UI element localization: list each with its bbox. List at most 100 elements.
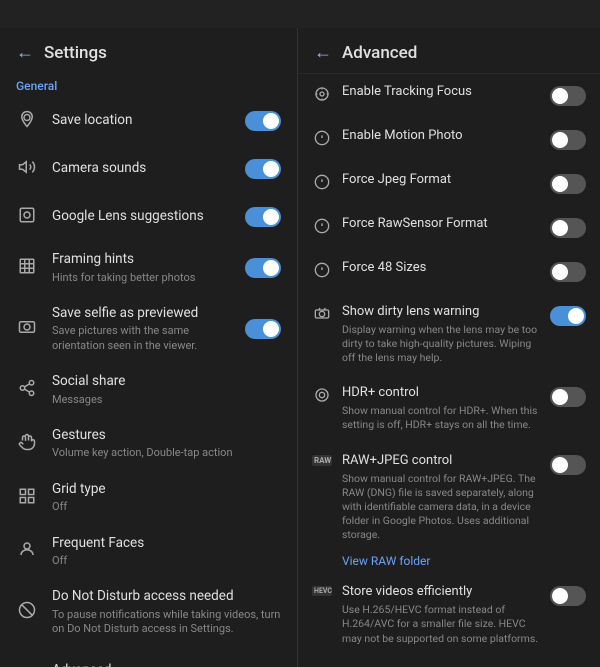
left-section-label: General xyxy=(0,73,297,97)
save-selfie-toggle[interactable] xyxy=(245,319,281,339)
force-jpeg-title: Force Jpeg Format xyxy=(342,172,540,189)
save-location-title: Save location xyxy=(52,112,231,130)
raw-jpeg-subtitle: Show manual control for RAW+JPEG. The RA… xyxy=(342,472,540,543)
tracking-focus-icon xyxy=(312,86,332,106)
dirty-lens-title: Show dirty lens warning xyxy=(342,304,540,321)
tracking-focus-toggle[interactable] xyxy=(550,86,586,106)
dirty-lens-text: Show dirty lens warning Display warning … xyxy=(342,304,540,365)
store-videos-subtitle: Use H.265/HEVC format instead of H.264/A… xyxy=(342,603,540,646)
settings-item-frequent-faces[interactable]: Frequent Faces Off xyxy=(0,525,297,579)
right-back-icon[interactable]: ← xyxy=(314,42,332,63)
settings-item-framing-hints[interactable]: Framing hints Hints for taking better ph… xyxy=(0,241,297,295)
hdr-icon xyxy=(312,387,332,407)
left-panel: ← Settings General Save location Camera … xyxy=(0,28,298,667)
save-selfie-subtitle: Save pictures with the same orientation … xyxy=(52,324,231,353)
social-share-text: Social share Messages xyxy=(52,373,281,407)
framing-hints-toggle[interactable] xyxy=(245,258,281,278)
save-location-text: Save location xyxy=(52,112,231,130)
framing-hints-title: Framing hints xyxy=(52,251,231,269)
settings-item-social-share[interactable]: Social share Messages xyxy=(0,363,297,417)
raw-jpeg-text: RAW+JPEG control Show manual control for… xyxy=(342,453,540,543)
do-not-disturb-text: Do Not Disturb access needed To pause no… xyxy=(52,588,281,636)
grid-type-icon xyxy=(16,487,38,509)
grid-type-text: Grid type Off xyxy=(52,481,281,515)
adv-item-force-jpeg[interactable]: Force Jpeg Format xyxy=(298,162,600,206)
hdr-subtitle: Show manual control for HDR+. When this … xyxy=(342,404,540,432)
raw-jpeg-toggle[interactable] xyxy=(550,455,586,475)
framing-hints-icon xyxy=(16,257,38,279)
adv-item-social-depth[interactable]: Social media depth features xyxy=(298,656,600,667)
settings-item-save-location[interactable]: Save location xyxy=(0,97,297,145)
force-jpeg-toggle[interactable] xyxy=(550,174,586,194)
settings-item-advanced[interactable]: ··· Advanced xyxy=(0,647,297,667)
google-lens-toggle[interactable] xyxy=(245,207,281,227)
google-lens-text: Google Lens suggestions xyxy=(52,208,231,226)
store-videos-title: Store videos efficiently xyxy=(342,584,540,601)
settings-item-camera-sounds[interactable]: Camera sounds xyxy=(0,145,297,193)
grid-type-title: Grid type xyxy=(52,481,281,499)
force-raw-toggle[interactable] xyxy=(550,218,586,238)
frequent-faces-subtitle: Off xyxy=(52,554,281,568)
gestures-subtitle: Volume key action, Double-tap action xyxy=(52,446,281,460)
advanced-text: Advanced xyxy=(52,662,281,667)
force-48-toggle[interactable] xyxy=(550,262,586,282)
hdr-text: HDR+ control Show manual control for HDR… xyxy=(342,385,540,432)
gestures-icon xyxy=(16,433,38,455)
do-not-disturb-icon xyxy=(16,601,38,623)
right-title: Advanced xyxy=(342,43,417,63)
force-raw-text: Force RawSensor Format xyxy=(342,216,540,233)
grid-type-subtitle: Off xyxy=(52,500,281,514)
store-videos-toggle[interactable] xyxy=(550,586,586,606)
adv-item-dirty-lens[interactable]: Show dirty lens warning Display warning … xyxy=(298,294,600,375)
save-selfie-text: Save selfie as previewed Save pictures w… xyxy=(52,305,231,353)
raw-jpeg-title: RAW+JPEG control xyxy=(342,453,540,470)
force-raw-icon xyxy=(312,218,332,238)
force-raw-title: Force RawSensor Format xyxy=(342,216,540,233)
gestures-title: Gestures xyxy=(52,427,281,445)
camera-sounds-icon xyxy=(16,158,38,180)
view-raw-folder-link[interactable]: View RAW folder xyxy=(298,552,600,574)
right-header: ← Advanced xyxy=(298,28,600,74)
dirty-lens-toggle[interactable] xyxy=(550,306,586,326)
adv-item-store-videos[interactable]: HEVC Store videos efficiently Use H.265/… xyxy=(298,574,600,655)
google-lens-icon xyxy=(16,206,38,228)
settings-item-google-lens[interactable]: Google Lens suggestions xyxy=(0,193,297,241)
main-content: ← Settings General Save location Camera … xyxy=(0,28,600,667)
tracking-focus-title: Enable Tracking Focus xyxy=(342,84,540,101)
do-not-disturb-title: Do Not Disturb access needed xyxy=(52,588,281,606)
adv-item-raw-jpeg[interactable]: RAW RAW+JPEG control Show manual control… xyxy=(298,443,600,553)
adv-item-hdr[interactable]: HDR+ control Show manual control for HDR… xyxy=(298,375,600,442)
right-panel: ← Advanced Enable Tracking Focus Enable … xyxy=(298,28,600,667)
save-location-toggle[interactable] xyxy=(245,111,281,131)
force-48-text: Force 48 Sizes xyxy=(342,260,540,277)
settings-item-grid-type[interactable]: Grid type Off xyxy=(0,471,297,525)
save-selfie-title: Save selfie as previewed xyxy=(52,305,231,323)
frequent-faces-text: Frequent Faces Off xyxy=(52,535,281,569)
adv-item-motion-photo[interactable]: Enable Motion Photo xyxy=(298,118,600,162)
settings-item-gestures[interactable]: Gestures Volume key action, Double-tap a… xyxy=(0,417,297,471)
camera-sounds-toggle[interactable] xyxy=(245,159,281,179)
hdr-toggle[interactable] xyxy=(550,387,586,407)
advanced-icon: ··· xyxy=(16,660,38,667)
save-location-icon xyxy=(16,110,38,132)
social-share-title: Social share xyxy=(52,373,281,391)
left-back-icon[interactable]: ← xyxy=(16,42,34,63)
adv-item-force-48[interactable]: Force 48 Sizes xyxy=(298,250,600,294)
social-share-subtitle: Messages xyxy=(52,393,281,407)
camera-sounds-text: Camera sounds xyxy=(52,160,231,178)
motion-photo-toggle[interactable] xyxy=(550,130,586,150)
adv-item-tracking-focus[interactable]: Enable Tracking Focus xyxy=(298,74,600,118)
gestures-text: Gestures Volume key action, Double-tap a… xyxy=(52,427,281,461)
dirty-lens-subtitle: Display warning when the lens may be too… xyxy=(342,323,540,366)
motion-photo-title: Enable Motion Photo xyxy=(342,128,540,145)
framing-hints-text: Framing hints Hints for taking better ph… xyxy=(52,251,231,285)
settings-item-save-selfie[interactable]: Save selfie as previewed Save pictures w… xyxy=(0,295,297,363)
force-jpeg-text: Force Jpeg Format xyxy=(342,172,540,189)
top-bar xyxy=(0,0,600,28)
store-videos-icon: HEVC xyxy=(312,586,332,596)
store-videos-text: Store videos efficiently Use H.265/HEVC … xyxy=(342,584,540,645)
google-lens-title: Google Lens suggestions xyxy=(52,208,231,226)
force-48-title: Force 48 Sizes xyxy=(342,260,540,277)
settings-item-do-not-disturb[interactable]: Do Not Disturb access needed To pause no… xyxy=(0,578,297,646)
adv-item-force-raw[interactable]: Force RawSensor Format xyxy=(298,206,600,250)
